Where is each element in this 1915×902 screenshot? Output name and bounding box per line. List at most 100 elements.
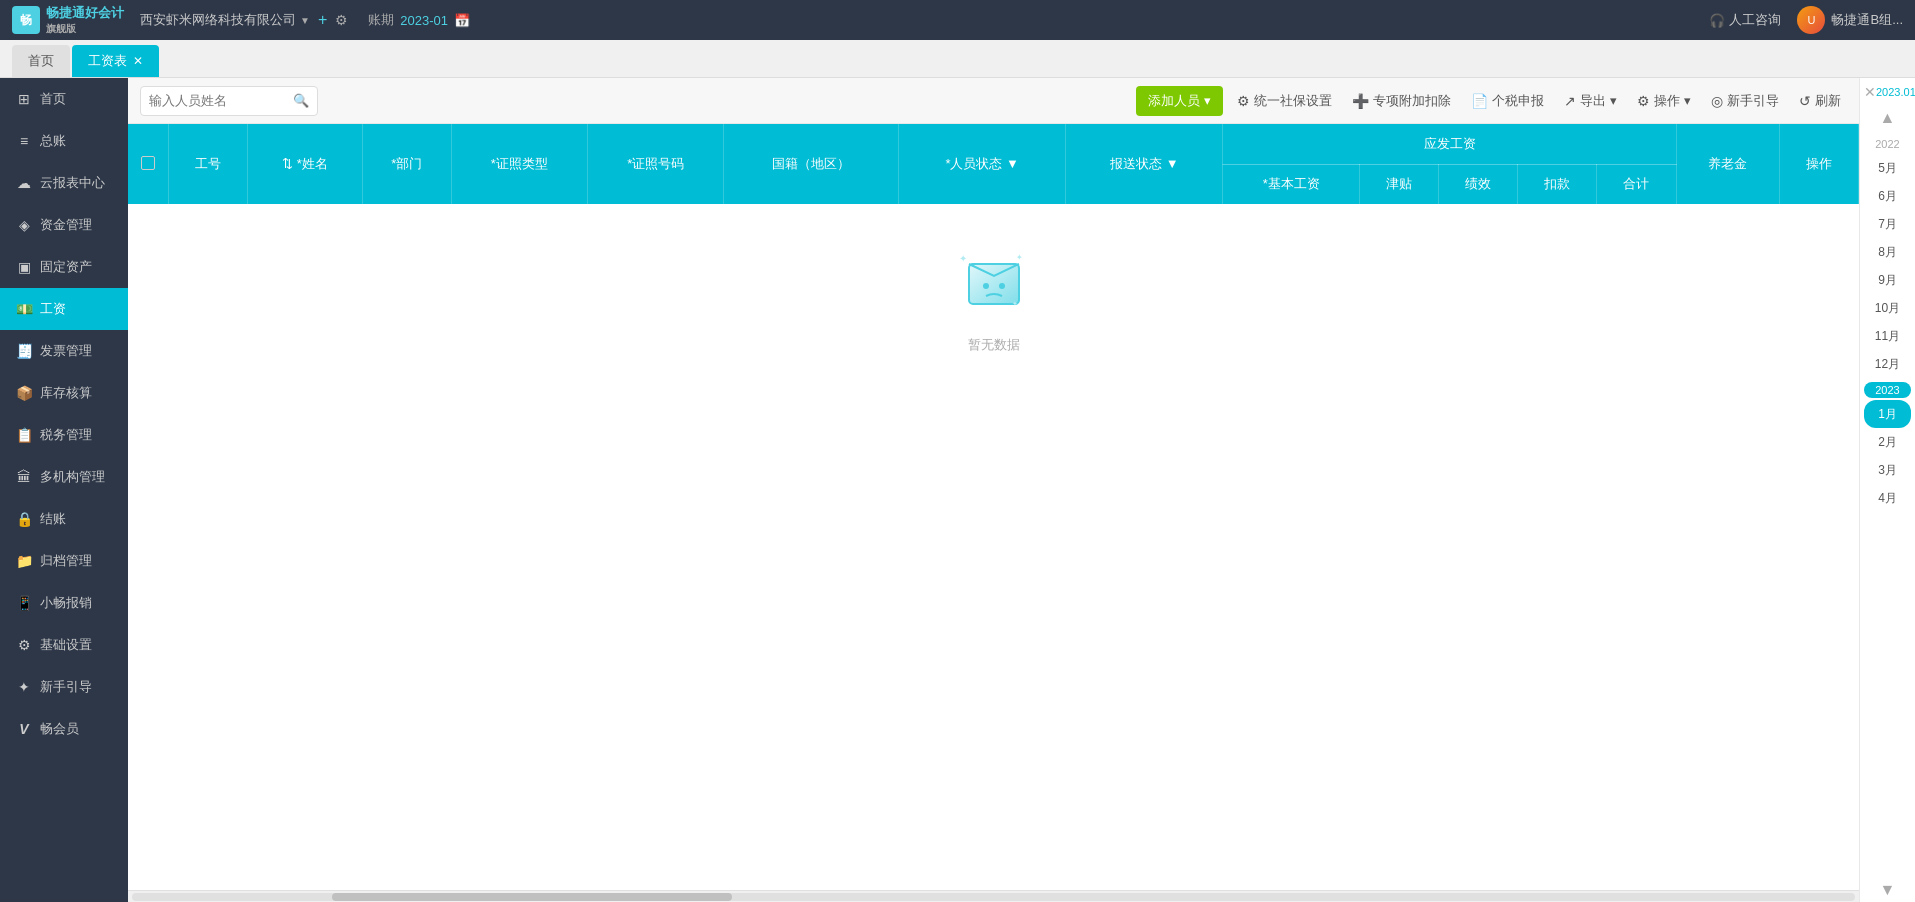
- sidebar-item-ledger[interactable]: ≡ 总账: [0, 120, 128, 162]
- month-2022-5[interactable]: 5月: [1860, 154, 1915, 182]
- month-2022-7[interactable]: 7月: [1860, 210, 1915, 238]
- month-2022-6[interactable]: 6月: [1860, 182, 1915, 210]
- invoice-icon: 🧾: [16, 343, 32, 359]
- sidebar-item-capital[interactable]: ◈ 资金管理: [0, 204, 128, 246]
- fixed-assets-icon: ▣: [16, 259, 32, 275]
- special-deduct-icon: ➕: [1352, 93, 1369, 109]
- close-panel-button[interactable]: ✕: [1864, 84, 1876, 100]
- sidebar-item-salary[interactable]: 💵 工资: [0, 288, 128, 330]
- sidebar-item-tax-label: 税务管理: [40, 426, 92, 444]
- allowance-header: 津贴: [1359, 164, 1438, 204]
- social-security-button[interactable]: ⚙ 统一社保设置: [1231, 92, 1338, 110]
- main-layout: ⊞ 首页 ≡ 总账 ☁ 云报表中心 ◈ 资金管理 ▣ 固定资产 💵 工资 🧾 发…: [0, 78, 1915, 902]
- sort-icon: ⇅: [282, 156, 293, 171]
- month-2023-4[interactable]: 4月: [1860, 484, 1915, 512]
- checkbox-header[interactable]: [128, 124, 168, 204]
- settings-icon[interactable]: ⚙: [335, 12, 348, 28]
- svg-text:✦: ✦: [1012, 300, 1018, 307]
- ledger-icon: ≡: [16, 133, 32, 149]
- month-2022-10[interactable]: 10月: [1860, 294, 1915, 322]
- month-2022-11[interactable]: 11月: [1860, 322, 1915, 350]
- select-all-checkbox[interactable]: [141, 156, 155, 170]
- month-2022-9[interactable]: 9月: [1860, 266, 1915, 294]
- export-dropdown-icon: ▾: [1610, 93, 1617, 108]
- refresh-label: 刷新: [1815, 92, 1841, 110]
- app-logo: 畅 畅捷通好会计 旗舰版: [12, 4, 124, 36]
- sidebar-item-fixed-assets[interactable]: ▣ 固定资产: [0, 246, 128, 288]
- sidebar-item-close-label: 结账: [40, 510, 66, 528]
- calendar-icon[interactable]: 📅: [454, 13, 470, 28]
- refresh-button[interactable]: ↺ 刷新: [1793, 92, 1847, 110]
- employee-no-header: 工号: [168, 124, 247, 204]
- sidebar-item-inventory[interactable]: 📦 库存核算: [0, 372, 128, 414]
- sidebar-item-guide[interactable]: ✦ 新手引导: [0, 666, 128, 708]
- add-person-button[interactable]: 添加人员 ▾: [1136, 86, 1223, 116]
- period-info: 账期 2023-01 📅: [368, 11, 470, 29]
- search-input[interactable]: [149, 93, 289, 108]
- scrollbar-track[interactable]: [132, 893, 1855, 901]
- individual-tax-label: 个税申报: [1492, 92, 1544, 110]
- user-menu[interactable]: U 畅捷通B组...: [1797, 6, 1903, 34]
- guide-button[interactable]: ◎ 新手引导: [1705, 92, 1785, 110]
- sidebar-item-settings[interactable]: ⚙ 基础设置: [0, 624, 128, 666]
- sidebar-item-cloud-label: 云报表中心: [40, 174, 105, 192]
- guide-icon: ✦: [16, 679, 32, 695]
- scroll-up-button[interactable]: ▲: [1860, 106, 1915, 130]
- person-status-header[interactable]: *人员状态 ▼: [899, 124, 1066, 204]
- individual-tax-button[interactable]: 📄 个税申报: [1465, 92, 1550, 110]
- month-2023-3[interactable]: 3月: [1860, 456, 1915, 484]
- sidebar-item-tax[interactable]: 📋 税务管理: [0, 414, 128, 456]
- sidebar-item-archive[interactable]: 📁 归档管理: [0, 540, 128, 582]
- sidebar-item-multi-org[interactable]: 🏛 多机构管理: [0, 456, 128, 498]
- tax-icon: 📋: [16, 427, 32, 443]
- close-icon[interactable]: ✕: [133, 54, 143, 68]
- sidebar-item-expense-label: 小畅报销: [40, 594, 92, 612]
- empty-state: ✦ ✦ ✦ 暂无数据: [128, 204, 1859, 394]
- period-label: 账期: [368, 11, 394, 29]
- scroll-down-button[interactable]: ▼: [1860, 878, 1915, 902]
- content-area: 🔍 添加人员 ▾ ⚙ 统一社保设置 ➕ 专项附加扣除 📄 个税申报 ↗ 导出: [128, 78, 1859, 902]
- special-deduct-button[interactable]: ➕ 专项附加扣除: [1346, 92, 1457, 110]
- operations-button[interactable]: ⚙ 操作 ▾: [1631, 92, 1697, 110]
- svg-point-2: [999, 283, 1005, 289]
- panel-period-label: 2023.01: [1876, 86, 1915, 98]
- scrollbar-bottom[interactable]: [128, 890, 1859, 902]
- social-security-icon: ⚙: [1237, 93, 1250, 109]
- logo-icon: 畅: [12, 6, 40, 34]
- export-button[interactable]: ↗ 导出 ▾: [1558, 92, 1623, 110]
- name-header[interactable]: ⇅ *姓名: [247, 124, 362, 204]
- sidebar-item-member-label: 畅会员: [40, 720, 79, 738]
- add-person-label: 添加人员: [1148, 92, 1200, 110]
- sidebar-item-invoice-label: 发票管理: [40, 342, 92, 360]
- scrollbar-thumb[interactable]: [332, 893, 732, 901]
- tab-salary[interactable]: 工资表 ✕: [72, 45, 159, 77]
- empty-text: 暂无数据: [968, 336, 1020, 354]
- sidebar-item-home[interactable]: ⊞ 首页: [0, 78, 128, 120]
- dropdown-arrow-icon: ▾: [1204, 93, 1211, 108]
- sidebar-item-guide-label: 新手引导: [40, 678, 92, 696]
- month-2022-12[interactable]: 12月: [1860, 350, 1915, 378]
- tabbar: 首页 工资表 ✕: [0, 40, 1915, 78]
- tab-home-label: 首页: [28, 52, 54, 70]
- search-box[interactable]: 🔍: [140, 86, 318, 116]
- sidebar-item-invoice[interactable]: 🧾 发票管理: [0, 330, 128, 372]
- month-2022-8[interactable]: 8月: [1860, 238, 1915, 266]
- operations-dropdown-icon: ▾: [1684, 93, 1691, 108]
- export-label: 导出: [1580, 92, 1606, 110]
- support-button[interactable]: 🎧 人工咨询: [1709, 11, 1781, 29]
- sidebar-item-member[interactable]: V 畅会员: [0, 708, 128, 750]
- month-2023-1[interactable]: 1月: [1864, 400, 1911, 428]
- tab-home[interactable]: 首页: [12, 45, 70, 77]
- sidebar-item-cloud-report[interactable]: ☁ 云报表中心: [0, 162, 128, 204]
- salary-table: 工号 ⇅ *姓名 *部门 *证照类型 *证照号码 国籍（地区） *人员状态 ▼ …: [128, 124, 1859, 204]
- filter-icon-2: ▼: [1166, 156, 1179, 171]
- report-status-header[interactable]: 报送状态 ▼: [1066, 124, 1223, 204]
- app-title: 畅捷通好会计: [46, 4, 124, 22]
- company-selector[interactable]: 西安虾米网络科技有限公司 ▼: [140, 11, 310, 29]
- add-company-icon[interactable]: +: [318, 11, 327, 29]
- sidebar-item-inventory-label: 库存核算: [40, 384, 92, 402]
- month-2023-2[interactable]: 2月: [1860, 428, 1915, 456]
- sidebar: ⊞ 首页 ≡ 总账 ☁ 云报表中心 ◈ 资金管理 ▣ 固定资产 💵 工资 🧾 发…: [0, 78, 128, 902]
- sidebar-item-expense[interactable]: 📱 小畅报销: [0, 582, 128, 624]
- sidebar-item-close-period[interactable]: 🔒 结账: [0, 498, 128, 540]
